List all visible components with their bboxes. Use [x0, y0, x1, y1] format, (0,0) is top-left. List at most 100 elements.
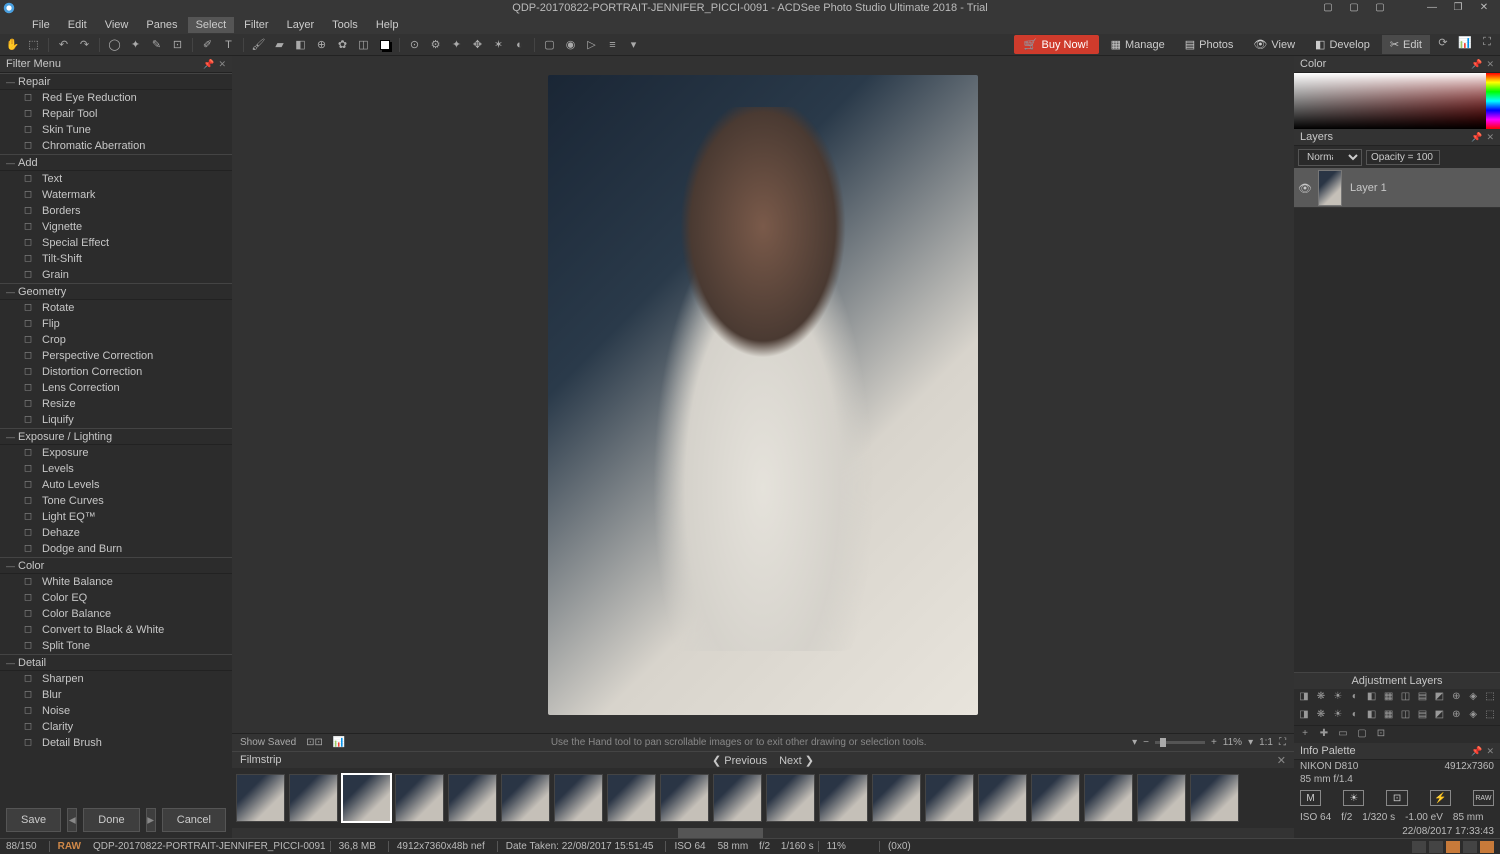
- layer-action-icon[interactable]: ⊡: [1374, 728, 1388, 742]
- mode-photos[interactable]: ▤Photos: [1177, 35, 1242, 54]
- menu-edit[interactable]: Edit: [60, 17, 95, 33]
- adjustment-icon[interactable]: ◨: [1298, 709, 1310, 723]
- filter-item[interactable]: ◻Dodge and Burn: [0, 541, 232, 557]
- fill-icon[interactable]: ▰: [271, 36, 288, 53]
- thumbnail[interactable]: [289, 774, 338, 822]
- status-icon[interactable]: [1412, 841, 1426, 853]
- crop-icon[interactable]: ⊡: [169, 36, 186, 53]
- thumbnail[interactable]: [1190, 774, 1239, 822]
- wand-icon[interactable]: ✦: [127, 36, 144, 53]
- pin-icon[interactable]: 📌: [1471, 746, 1482, 757]
- filter-group-header[interactable]: Color: [0, 557, 232, 574]
- thumbnail[interactable]: [660, 774, 709, 822]
- opacity-input[interactable]: [1366, 150, 1440, 165]
- filter-item[interactable]: ◻Lens Correction: [0, 380, 232, 396]
- zoom-slider[interactable]: [1155, 741, 1205, 744]
- filter-item[interactable]: ◻Crop: [0, 332, 232, 348]
- lasso-icon[interactable]: ◯: [106, 36, 123, 53]
- brush-icon[interactable]: 🖌: [250, 36, 267, 53]
- layout-icon[interactable]: ▢: [1318, 2, 1338, 14]
- filter-item[interactable]: ◻Distortion Correction: [0, 364, 232, 380]
- filmstrip-next[interactable]: Next ❯: [779, 754, 814, 767]
- close-icon[interactable]: ✕: [218, 59, 226, 70]
- status-icon[interactable]: [1429, 841, 1443, 853]
- filter-item[interactable]: ◻Auto Levels: [0, 477, 232, 493]
- hand-tool-icon[interactable]: ✋: [4, 36, 21, 53]
- pin-icon[interactable]: 📌: [1471, 132, 1482, 143]
- thumbnail[interactable]: [925, 774, 974, 822]
- filter-item[interactable]: ◻Tilt-Shift: [0, 251, 232, 267]
- adjustment-icon[interactable]: ◈: [1467, 691, 1479, 705]
- adjustment-icon[interactable]: ▦: [1383, 691, 1395, 705]
- record-icon[interactable]: ▢: [541, 36, 558, 53]
- thumbnail[interactable]: [501, 774, 550, 822]
- filter-item[interactable]: ◻Detail Brush: [0, 735, 232, 751]
- filter-item[interactable]: ◻Clarity: [0, 719, 232, 735]
- adjustment-icon[interactable]: ▤: [1416, 709, 1428, 723]
- star-icon[interactable]: ✦: [448, 36, 465, 53]
- zoom-out-icon[interactable]: −: [1143, 737, 1149, 748]
- compare-icon[interactable]: ⊡⊡: [306, 737, 323, 748]
- mode-view[interactable]: 👁View: [1245, 35, 1303, 54]
- thumbnail[interactable]: [872, 774, 921, 822]
- menu-icon[interactable]: ≡: [604, 36, 621, 53]
- pin-icon[interactable]: 📌: [1471, 59, 1482, 70]
- zoom-in-icon[interactable]: +: [1211, 737, 1217, 748]
- thumbnail[interactable]: [342, 774, 391, 822]
- layer-action-icon[interactable]: ▭: [1336, 728, 1350, 742]
- filter-item[interactable]: ◻Resize: [0, 396, 232, 412]
- filter-item[interactable]: ◻Perspective Correction: [0, 348, 232, 364]
- close-icon[interactable]: ✕: [1486, 746, 1494, 757]
- canvas-area[interactable]: [232, 56, 1294, 733]
- filter-item[interactable]: ◻Dehaze: [0, 525, 232, 541]
- dropdown-icon[interactable]: ▾: [1132, 737, 1137, 748]
- adjustment-icon[interactable]: ◫: [1400, 709, 1412, 723]
- filter-item[interactable]: ◻Noise: [0, 703, 232, 719]
- filter-item[interactable]: ◻Chromatic Aberration: [0, 138, 232, 154]
- visibility-icon[interactable]: 👁: [1298, 182, 1310, 194]
- sync-icon[interactable]: ⟳: [1434, 36, 1452, 54]
- status-icon[interactable]: [1446, 841, 1460, 853]
- blend-mode-select[interactable]: Normal: [1298, 149, 1362, 166]
- adjustment-icon[interactable]: ⊕: [1450, 691, 1462, 705]
- thumbnail[interactable]: [448, 774, 497, 822]
- hue-slider[interactable]: [1486, 73, 1500, 129]
- minimize-icon[interactable]: —: [1422, 2, 1442, 14]
- menu-layer[interactable]: Layer: [279, 17, 323, 33]
- adjustment-icon[interactable]: ◐: [1349, 709, 1361, 723]
- fit-icon[interactable]: ▾: [1248, 737, 1253, 748]
- mask-icon[interactable]: ◐: [511, 36, 528, 53]
- full-icon[interactable]: ⛶: [1279, 737, 1286, 748]
- mode-manage[interactable]: ▦Manage: [1103, 35, 1173, 54]
- adjustment-icon[interactable]: ◨: [1298, 691, 1310, 705]
- status-icon[interactable]: [1480, 841, 1494, 853]
- menu-panes[interactable]: Panes: [138, 17, 185, 33]
- adjustment-icon[interactable]: ▦: [1383, 709, 1395, 723]
- filter-group-header[interactable]: Exposure / Lighting: [0, 428, 232, 445]
- adjustment-icon[interactable]: ◩: [1433, 691, 1445, 705]
- menu-filter[interactable]: Filter: [236, 17, 276, 33]
- adjustment-icon[interactable]: ▤: [1416, 691, 1428, 705]
- done-button[interactable]: Done: [83, 808, 139, 832]
- clone-icon[interactable]: ✿: [334, 36, 351, 53]
- adjustment-icon[interactable]: ⊕: [1450, 709, 1462, 723]
- filmstrip[interactable]: [232, 768, 1294, 828]
- adjustment-icon[interactable]: ◧: [1366, 691, 1378, 705]
- filter-item[interactable]: ◻Grain: [0, 267, 232, 283]
- color-picker[interactable]: [1294, 73, 1500, 129]
- filter-item[interactable]: ◻Red Eye Reduction: [0, 90, 232, 106]
- filter-item[interactable]: ◻Rotate: [0, 300, 232, 316]
- histogram-icon[interactable]: 📊: [333, 737, 345, 748]
- gear-icon[interactable]: ⚙: [427, 36, 444, 53]
- adjustment-icon[interactable]: ◈: [1467, 709, 1479, 723]
- thumbnail[interactable]: [819, 774, 868, 822]
- heal-icon[interactable]: ⊕: [313, 36, 330, 53]
- mode-edit[interactable]: ✂Edit: [1382, 35, 1430, 54]
- move-icon[interactable]: ✥: [469, 36, 486, 53]
- adjustment-icon[interactable]: ⬚: [1484, 691, 1496, 705]
- filter-item[interactable]: ◻Convert to Black & White: [0, 622, 232, 638]
- select-tool-icon[interactable]: ⬚: [25, 36, 42, 53]
- layer-item[interactable]: 👁 Layer 1: [1294, 168, 1500, 208]
- actual-size-icon[interactable]: 1:1: [1259, 737, 1273, 748]
- save-button[interactable]: Save: [6, 808, 61, 832]
